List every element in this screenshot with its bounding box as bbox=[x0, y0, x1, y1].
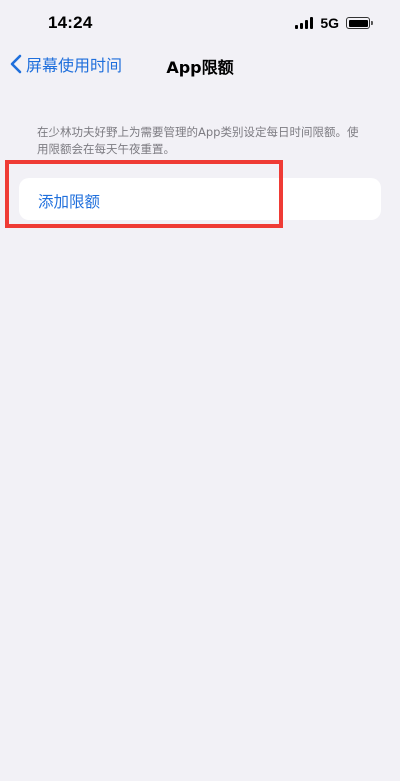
network-label: 5G bbox=[320, 15, 339, 31]
description-text: 在少林功夫好野上为需要管理的App类别设定每日时间限额。使用限额会在每天午夜重置… bbox=[37, 125, 359, 156]
battery-cap bbox=[371, 21, 373, 25]
page-title: App限额 bbox=[166, 58, 234, 77]
signal-icon bbox=[295, 17, 314, 29]
status-bar: 14:24 5G bbox=[0, 0, 400, 46]
status-indicators: 5G bbox=[295, 15, 373, 31]
status-time: 14:24 bbox=[48, 13, 93, 32]
battery-icon bbox=[346, 17, 373, 29]
battery-fill bbox=[348, 19, 368, 27]
highlight-box bbox=[5, 160, 283, 228]
navigation-bar: 屏幕使用时间 App限额 bbox=[0, 48, 400, 82]
